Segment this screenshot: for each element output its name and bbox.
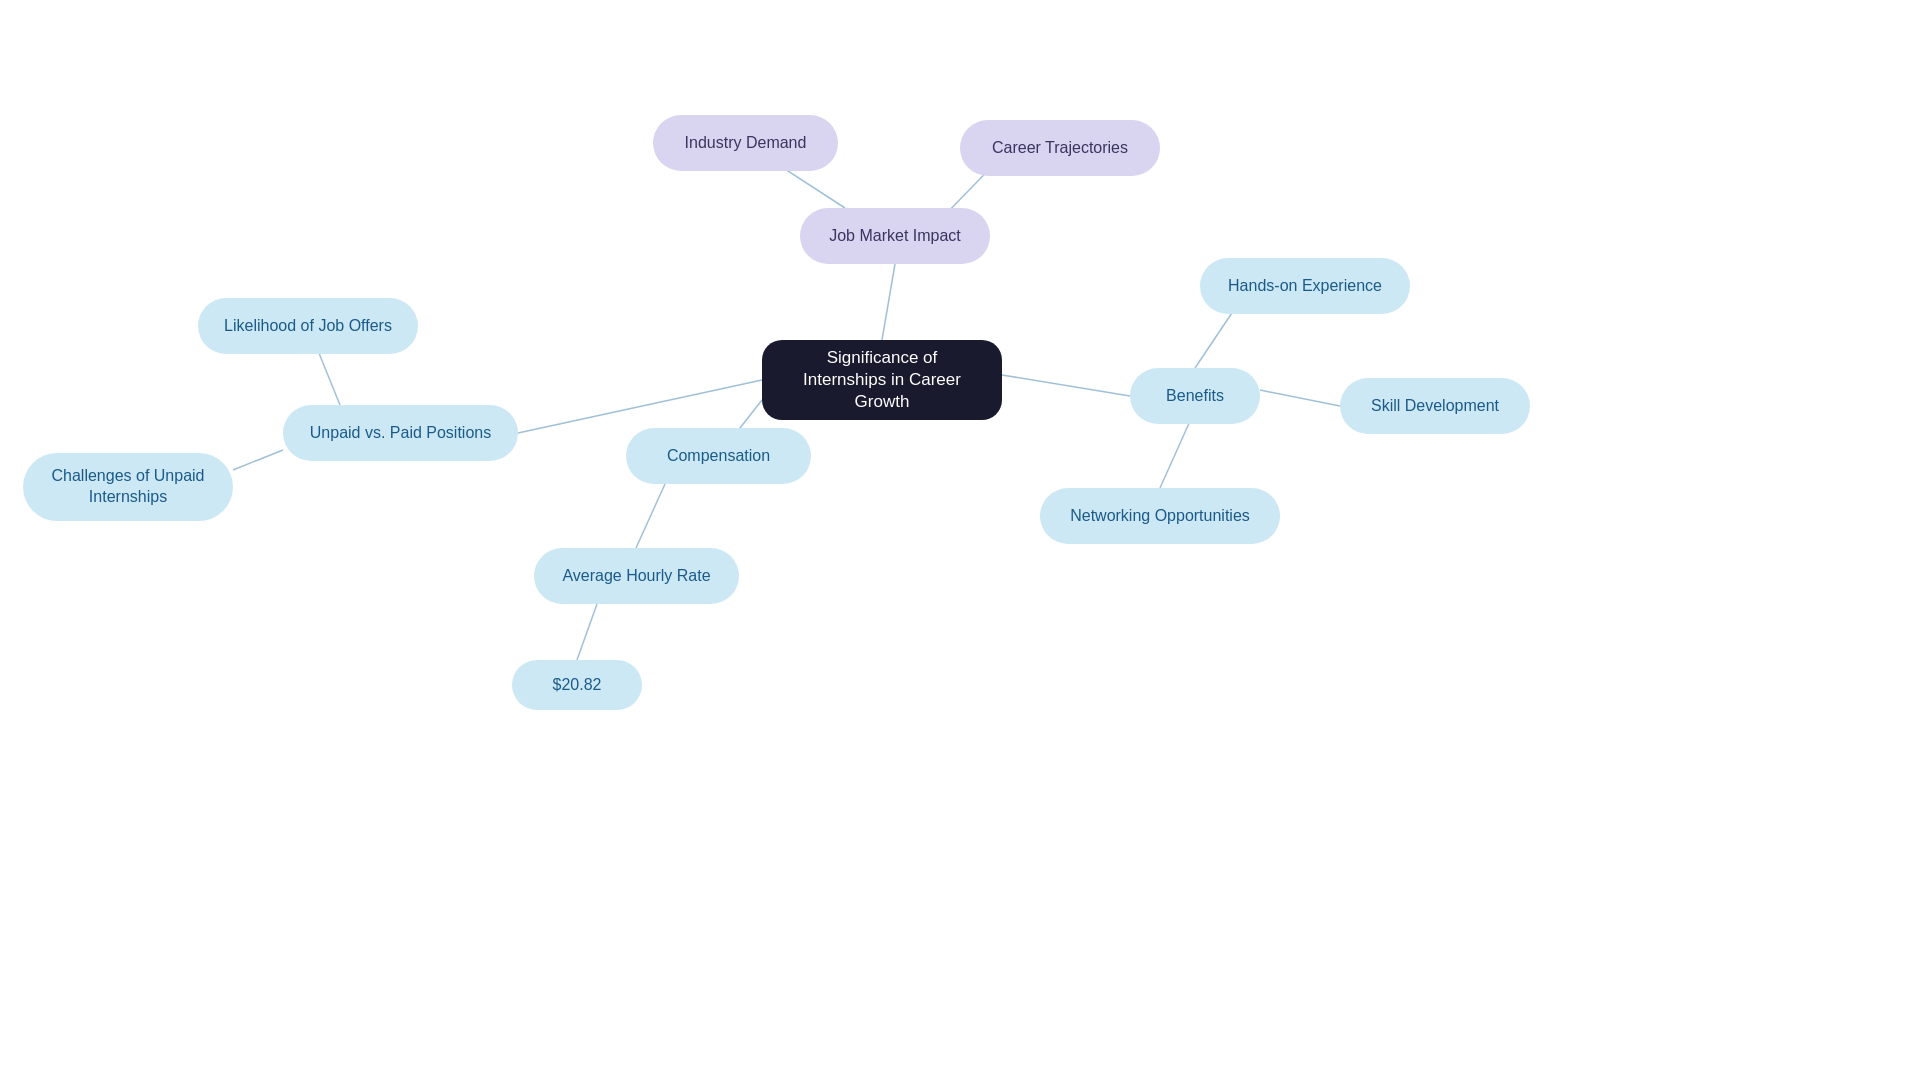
compensation-node: Compensation <box>626 428 811 484</box>
svg-line-8 <box>636 484 665 548</box>
likelihood-job-offers-node: Likelihood of Job Offers <box>198 298 418 354</box>
skill-development-node: Skill Development <box>1340 378 1530 434</box>
job-market-impact-node: Job Market Impact <box>800 208 990 264</box>
challenges-unpaid-internships-node: Challenges of Unpaid Internships <box>23 453 233 521</box>
svg-line-0 <box>882 264 895 340</box>
industry-demand-node: Industry Demand <box>653 115 838 171</box>
svg-line-9 <box>577 604 597 660</box>
svg-line-5 <box>1260 390 1340 406</box>
average-hourly-rate-node: Average Hourly Rate <box>534 548 739 604</box>
svg-line-3 <box>1002 375 1130 396</box>
networking-opportunities-node: Networking Opportunities <box>1040 488 1280 544</box>
dollar-amount-node: $20.82 <box>512 660 642 710</box>
svg-line-10 <box>518 380 762 433</box>
unpaid-vs-paid-node: Unpaid vs. Paid Positions <box>283 405 518 461</box>
career-trajectories-node: Career Trajectories <box>960 120 1160 176</box>
benefits-node: Benefits <box>1130 368 1260 424</box>
svg-line-12 <box>233 450 283 470</box>
center-node: Significance of Internships in Career Gr… <box>762 340 1002 420</box>
hands-on-experience-node: Hands-on Experience <box>1200 258 1410 314</box>
